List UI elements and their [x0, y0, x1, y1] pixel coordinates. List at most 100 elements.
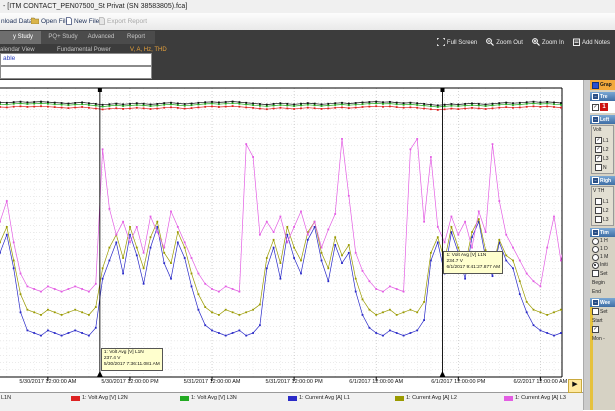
- radio-1-h[interactable]: 1 H: [590, 237, 615, 245]
- trend-checkbox[interactable]: ✓: [592, 104, 599, 111]
- export-report-icon: [99, 17, 105, 27]
- checkbox-l3[interactable]: L3: [593, 215, 613, 224]
- panel-header-tim[interactable]: –Tim: [590, 228, 615, 237]
- checkbox-icon[interactable]: ✓: [595, 137, 602, 144]
- panel-text-start: Start: [590, 316, 615, 325]
- checkbox-icon[interactable]: ✓: [595, 146, 602, 153]
- x-tick-label: 5/31/2017 12:00:00 PM: [256, 379, 332, 385]
- add-notes-icon: [573, 38, 580, 48]
- zoom-out-icon: [486, 38, 494, 48]
- legend-swatch: [288, 396, 297, 401]
- radio-1-d[interactable]: 1 D: [590, 245, 615, 253]
- checkbox-icon[interactable]: [595, 216, 602, 223]
- legend-item: 1: Current Avg [A] L1: [288, 395, 350, 401]
- x-tick-label: 5/31/2017 12:00:00 AM: [174, 379, 250, 385]
- collapse-icon[interactable]: –: [592, 93, 599, 100]
- add-notes-label: Add Notes: [582, 40, 610, 46]
- radio-initi[interactable]: Initi: [590, 261, 615, 269]
- legend-item: 1: Current Avg [A] L3: [504, 395, 566, 401]
- filter-combobox-2[interactable]: [0, 66, 152, 79]
- radio-1-m[interactable]: 1 M: [590, 253, 615, 261]
- trend-chart[interactable]: 5/30/2017 12:00:00 AM5/30/2017 12:00:00 …: [0, 80, 583, 392]
- zoom-in-button[interactable]: Zoom In: [532, 38, 564, 48]
- checkbox-icon[interactable]: [595, 164, 602, 171]
- cursor-tooltip-2: 1: Volt Avg [V] L1N234.7 V6/1/2017 9:41:…: [443, 251, 503, 274]
- scroll-right-button[interactable]: ▶: [568, 379, 582, 393]
- checkbox-icon[interactable]: [595, 198, 602, 205]
- checkbox-n[interactable]: N: [593, 163, 613, 172]
- panel-selected-grap[interactable]: Grap: [590, 80, 615, 90]
- tab-report[interactable]: Report: [117, 31, 155, 44]
- checkbox-l2[interactable]: ✓L2: [593, 145, 613, 154]
- collapse-icon[interactable]: –: [592, 299, 599, 306]
- panel-trend-row[interactable]: ✓1: [590, 101, 615, 113]
- full-screen-label: Full Screen: [447, 40, 477, 46]
- cursor-tooltip-1: 1: Volt Avg [V] L1N237.4 V5/30/2017 7:36…: [101, 348, 163, 371]
- tab-pq-study[interactable]: PQ+ Study: [41, 31, 85, 44]
- full-screen-icon: [437, 38, 445, 48]
- new-file-label: New File: [74, 18, 99, 25]
- checkbox-l3[interactable]: ✓L3: [593, 154, 613, 163]
- panel-header-righ[interactable]: –Righ: [590, 176, 615, 185]
- panel-text-mon-: Mon -: [590, 334, 615, 343]
- collapse-icon[interactable]: –: [592, 116, 599, 123]
- radio-icon[interactable]: [592, 262, 599, 269]
- full-screen-button[interactable]: Full Screen: [437, 38, 477, 48]
- x-tick-label: 5/30/2017 12:00:00 PM: [92, 379, 168, 385]
- trend-number-badge: 1: [600, 103, 608, 111]
- legend-swatch: [504, 396, 513, 401]
- group-label: V TH: [593, 188, 613, 197]
- panel-header-left[interactable]: –Left: [590, 115, 615, 124]
- zoom-in-label: Zoom In: [542, 40, 564, 46]
- cursor-1[interactable]: [97, 88, 103, 377]
- panel-header-tre[interactable]: –Tre: [590, 92, 615, 101]
- open-file-button[interactable]: Open File: [31, 15, 69, 28]
- checkbox-icon[interactable]: ✓: [595, 155, 602, 162]
- checkbox-set[interactable]: Set: [590, 269, 615, 278]
- new-file-button[interactable]: New File: [66, 15, 99, 28]
- zoom-in-icon: [532, 38, 540, 48]
- download-data-button[interactable]: nload Data: [1, 15, 32, 28]
- collapse-icon[interactable]: –: [592, 177, 599, 184]
- checkbox-icon[interactable]: [592, 270, 599, 277]
- chart-canvas[interactable]: [0, 80, 583, 392]
- zoom-out-label: Zoom Out: [496, 40, 523, 46]
- legend-item: 1: Volt Avg [V] L2N: [71, 395, 128, 401]
- folder-icon: [31, 17, 39, 26]
- open-file-label: Open File: [41, 18, 69, 25]
- x-tick-label: 6/1/2017 12:00:00 AM: [338, 379, 414, 385]
- legend-item-clipped: L1N: [1, 395, 11, 401]
- checkbox-l1[interactable]: ✓L1: [593, 136, 613, 145]
- checkbox-icon[interactable]: [595, 207, 602, 214]
- legend-swatch: [71, 396, 80, 401]
- settings-panel: Grap–Tre✓1–LeftVolt✓L1✓L2✓L3N–RighV THL1…: [590, 80, 615, 410]
- checkbox-blank[interactable]: ✓: [590, 325, 615, 334]
- radio-icon[interactable]: [592, 254, 599, 261]
- tab-study[interactable]: y Study: [0, 31, 46, 44]
- x-tick-label: 6/2/2017 12:00:00 AM: [502, 379, 578, 385]
- series-4: [0, 222, 575, 336]
- zoom-out-button[interactable]: Zoom Out: [486, 38, 523, 48]
- x-tick-label: 6/1/2017 12:00:00 PM: [420, 379, 496, 385]
- download-data-label: nload Data: [1, 18, 32, 25]
- collapse-icon[interactable]: –: [592, 229, 599, 236]
- filter-combobox[interactable]: able: [0, 53, 152, 66]
- radio-icon[interactable]: [592, 246, 599, 253]
- graph-icon: [592, 82, 599, 89]
- tab-advanced[interactable]: Advanced: [80, 31, 122, 44]
- checkbox-set[interactable]: Set: [590, 307, 615, 316]
- window-title: - [ITM CONTACT_PEN07500_St Privat (SN 38…: [0, 0, 615, 13]
- panel-header-wee[interactable]: –Wee: [590, 298, 615, 307]
- legend-item: 1: Volt Avg [V] L3N: [180, 395, 237, 401]
- chart-legend: L1N 1: Volt Avg [V] L2N 1: Volt Avg [V] L…: [0, 392, 583, 411]
- add-notes-button[interactable]: Add Notes: [573, 38, 610, 48]
- group-label: Volt: [593, 127, 613, 136]
- checkbox-l2[interactable]: L2: [593, 206, 613, 215]
- main-toolbar: nload Data Open File New File Export Rep…: [0, 13, 615, 31]
- checkbox-icon[interactable]: ✓: [592, 326, 599, 333]
- export-report-button: Export Report: [99, 15, 147, 28]
- panel-text-end: End: [590, 287, 615, 296]
- checkbox-l1[interactable]: L1: [593, 197, 613, 206]
- radio-icon[interactable]: [592, 238, 599, 245]
- checkbox-icon[interactable]: [592, 308, 599, 315]
